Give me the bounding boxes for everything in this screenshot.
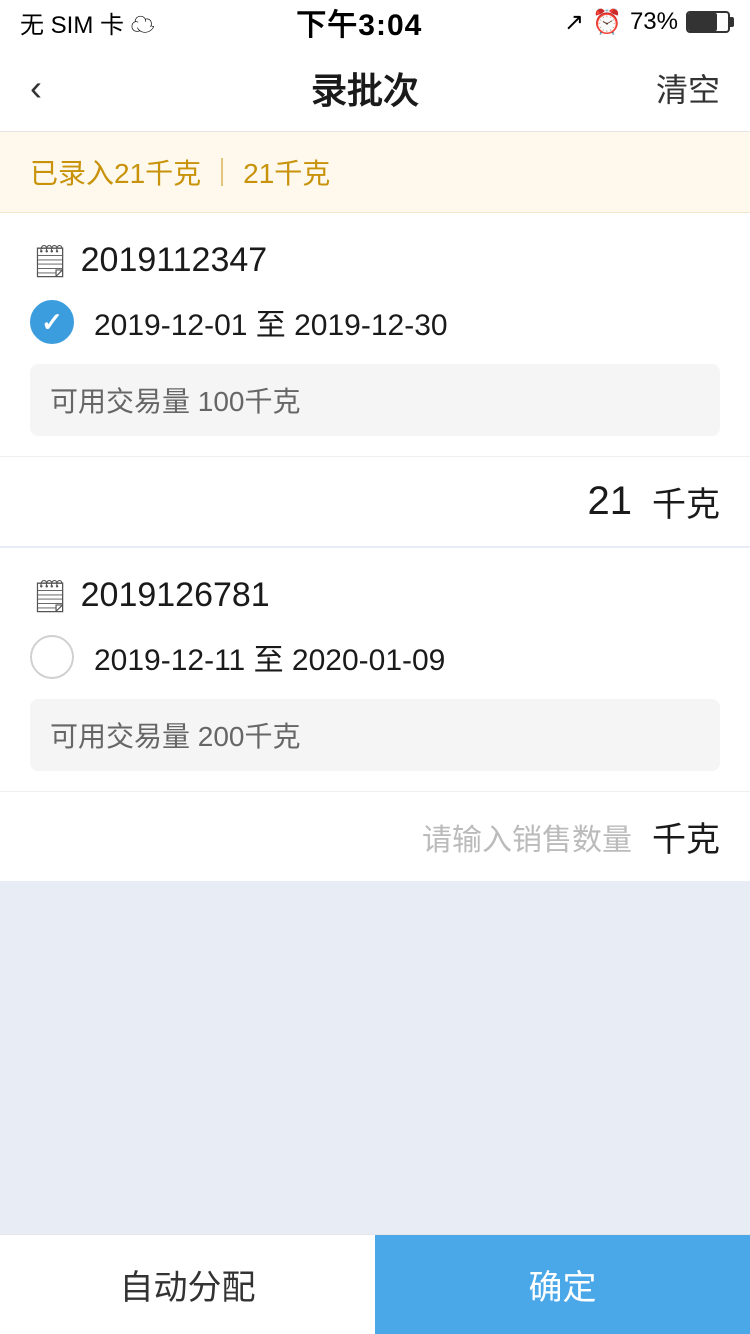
status-time: 下午3:04 — [296, 0, 422, 44]
battery-percent: 73% — [630, 8, 678, 36]
batch-header-1: 🗒 2019112347 — [0, 213, 750, 290]
clear-button[interactable]: 清空 — [640, 65, 720, 111]
batch-row-1[interactable]: 2019-12-01 至 2019-12-30 — [0, 290, 750, 354]
page-title: 录批次 — [311, 62, 419, 114]
batch-card-1: 🗒 2019112347 2019-12-01 至 2019-12-30 可用交… — [0, 213, 750, 546]
avail-row-2: 可用交易量 200千克 — [30, 699, 720, 771]
batch-header-2: 🗒 2019126781 — [0, 548, 750, 625]
battery-fill — [688, 13, 717, 31]
info-banner: 已录入21千克 21千克 — [0, 132, 750, 213]
unit-label-2: 千克 — [652, 812, 720, 861]
battery-icon — [686, 11, 730, 33]
doc-icon-1: 🗒 — [30, 242, 71, 280]
info-value: 21千克 — [243, 152, 330, 192]
radio-unselected-2[interactable] — [30, 635, 74, 679]
unit-label-1: 千克 — [652, 477, 720, 526]
location-icon: ↗ — [564, 8, 584, 37]
main-content: 🗒 2019112347 2019-12-01 至 2019-12-30 可用交… — [0, 213, 750, 1315]
alarm-icon: ⏰ — [592, 8, 622, 37]
quantity-input-1[interactable] — [512, 479, 632, 524]
confirm-button[interactable]: 确定 — [375, 1235, 750, 1334]
batch-id-1: 2019112347 — [81, 241, 268, 280]
radio-selected-1[interactable] — [30, 300, 74, 344]
batch-row-2[interactable]: 2019-12-11 至 2020-01-09 — [0, 625, 750, 689]
auto-distribute-button[interactable]: 自动分配 — [0, 1235, 375, 1334]
info-divider — [221, 158, 223, 186]
date-range-2: 2019-12-11 至 2020-01-09 — [94, 635, 445, 679]
quantity-placeholder-2: 请输入销售数量 — [30, 815, 632, 859]
batch-card-2: 🗒 2019126781 2019-12-11 至 2020-01-09 可用交… — [0, 548, 750, 881]
nav-bar: ‹ 录批次 清空 — [0, 44, 750, 132]
status-left: 无 SIM 卡 ☁ — [20, 5, 155, 40]
date-range-1: 2019-12-01 至 2019-12-30 — [94, 300, 448, 344]
recorded-label: 已录入21千克 — [30, 152, 201, 192]
avail-row-1: 可用交易量 100千克 — [30, 364, 720, 436]
status-bar: 无 SIM 卡 ☁ 下午3:04 ↗ ⏰ 73% — [0, 0, 750, 44]
back-button[interactable]: ‹ — [30, 67, 90, 109]
quantity-row-2: 请输入销售数量 千克 — [0, 791, 750, 881]
doc-icon-2: 🗒 — [30, 577, 71, 615]
batch-id-2: 2019126781 — [81, 576, 270, 615]
status-right: ↗ ⏰ 73% — [564, 8, 730, 37]
bottom-bar: 自动分配 确定 — [0, 1234, 750, 1334]
no-sim-text: 无 SIM 卡 ☁ — [20, 5, 155, 40]
quantity-row-1: 千克 — [0, 456, 750, 546]
